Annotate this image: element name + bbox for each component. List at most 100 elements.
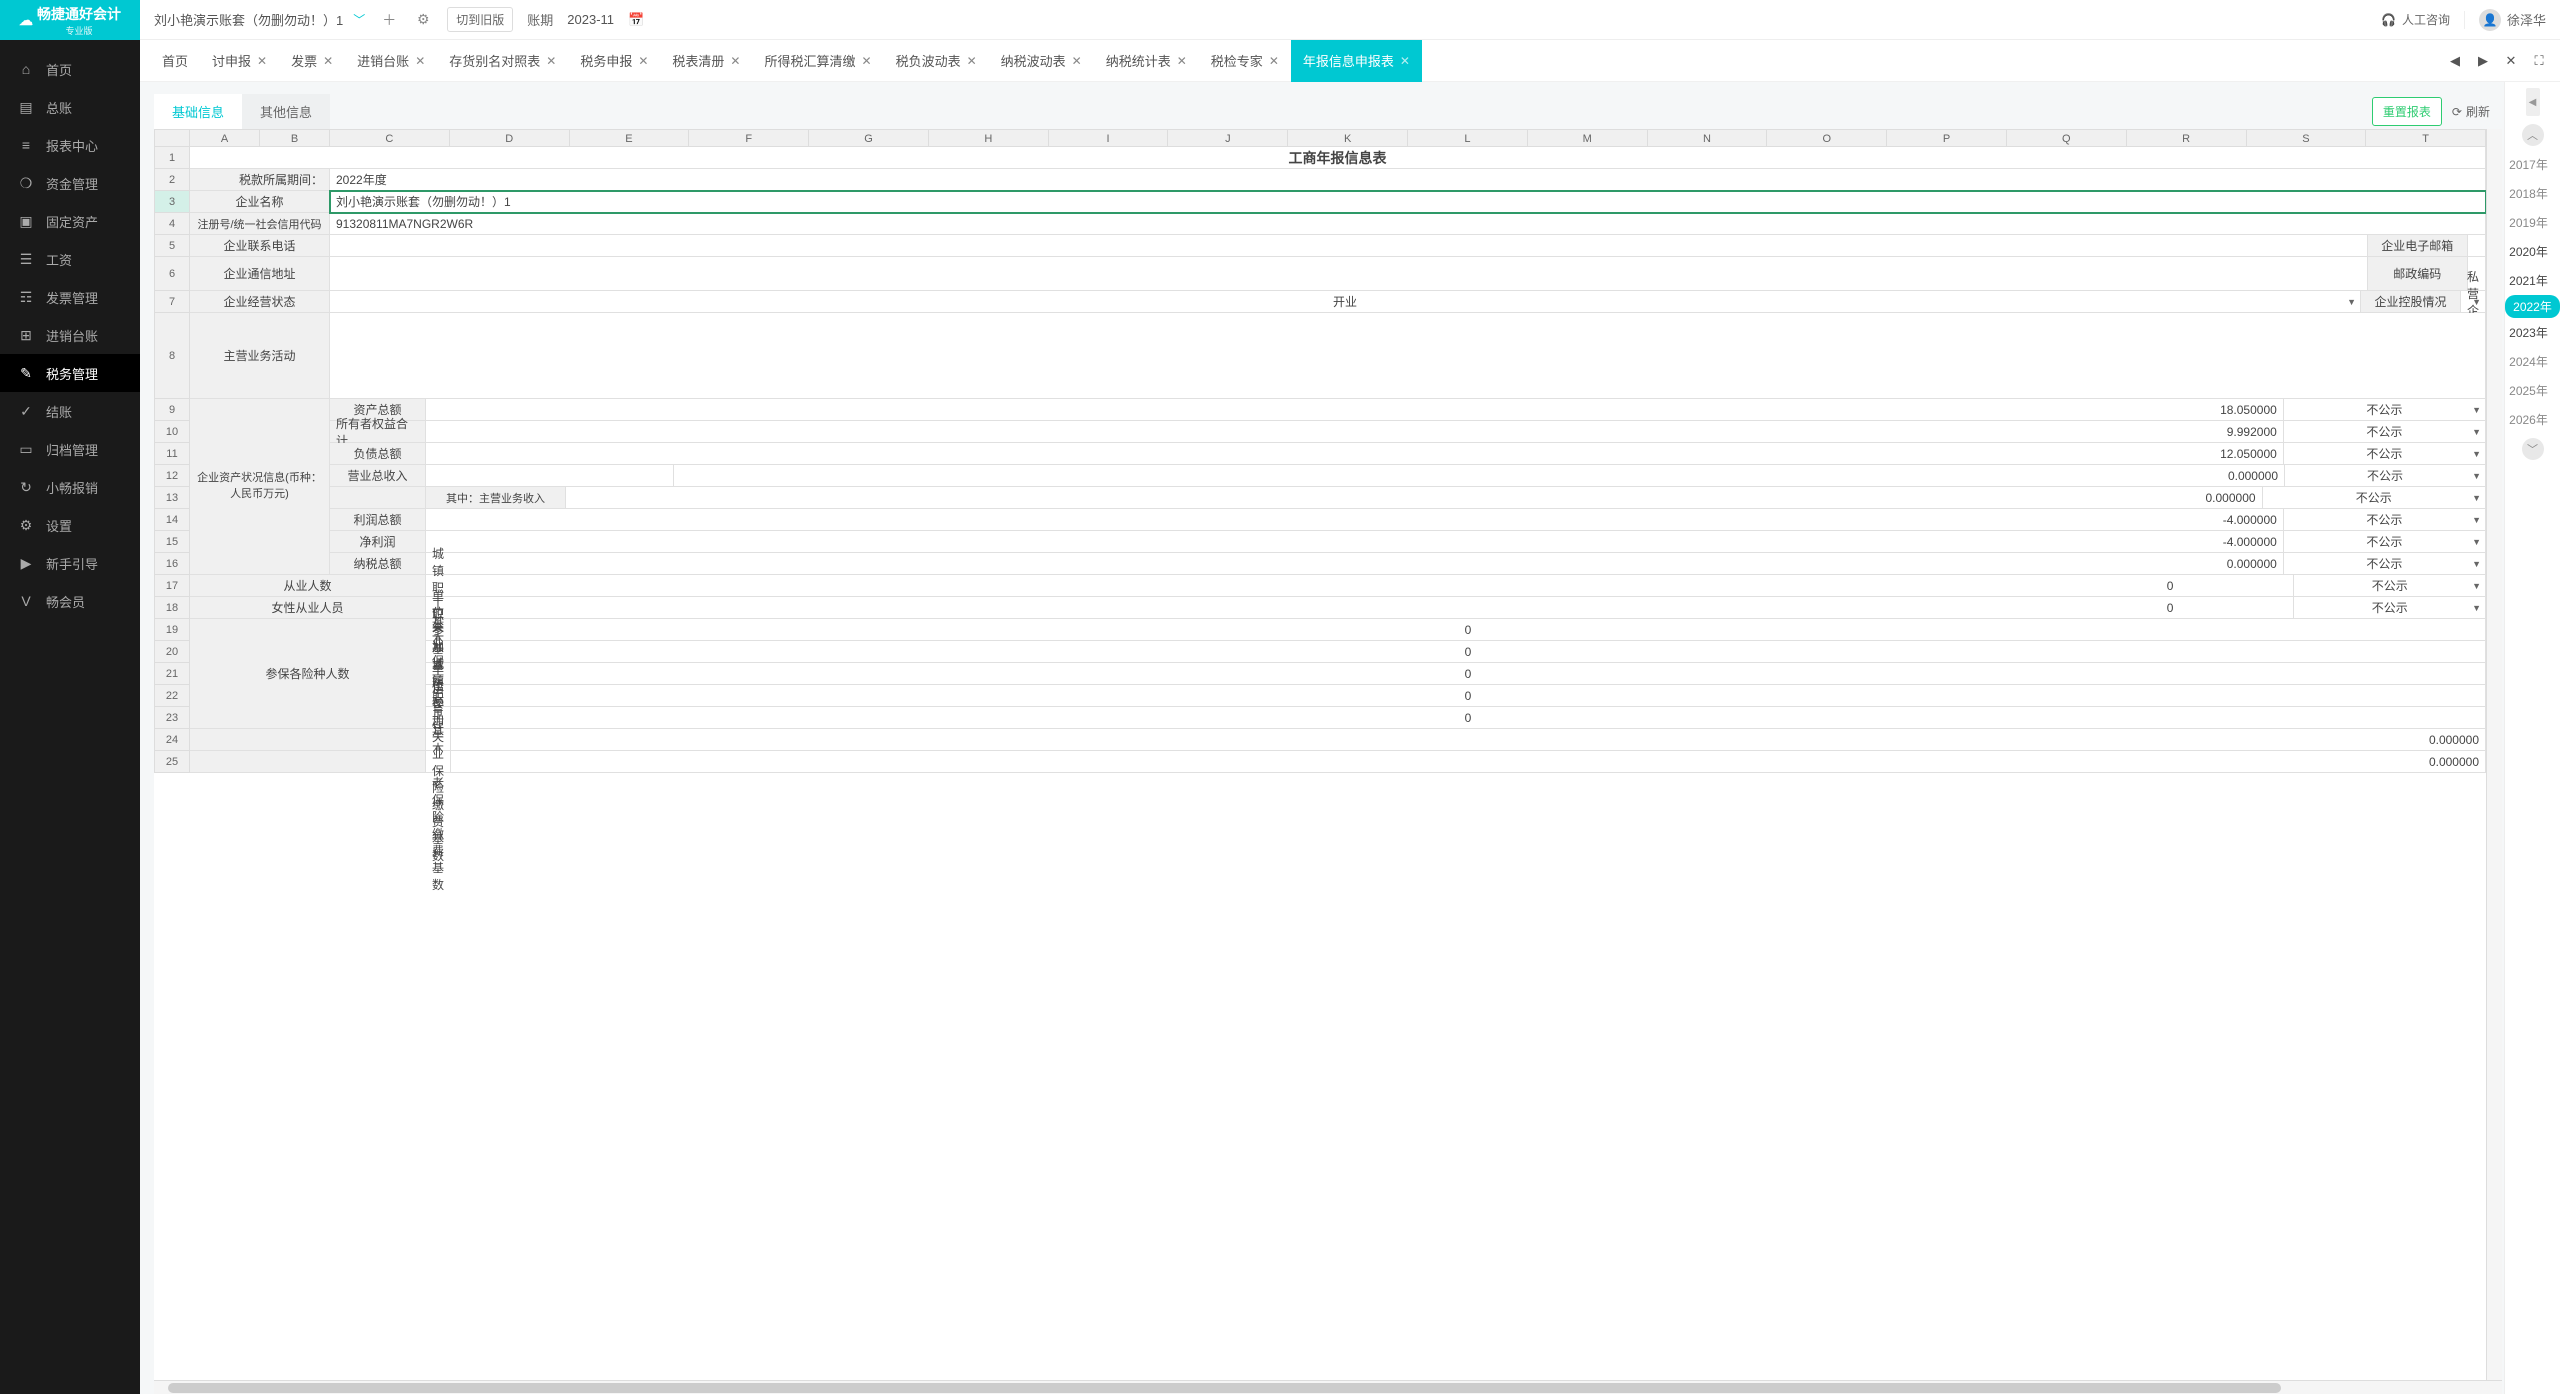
cell-dropdown[interactable]: 不公示▼ bbox=[2284, 553, 2486, 575]
sidebar-item-close-period[interactable]: ✓结账 bbox=[0, 392, 140, 430]
sidebar-item-archive[interactable]: ▭归档管理 bbox=[0, 430, 140, 468]
cell[interactable]: 9.992000 bbox=[426, 421, 2284, 443]
column-header[interactable]: I bbox=[1049, 129, 1169, 147]
subtab-basic[interactable]: 基础信息 bbox=[154, 94, 242, 129]
tab[interactable]: 税务申报✕ bbox=[568, 40, 660, 82]
close-icon[interactable]: ✕ bbox=[1177, 54, 1187, 68]
cell[interactable]: 0 bbox=[426, 575, 2294, 597]
cell[interactable]: 12.050000 bbox=[426, 443, 2284, 465]
year-scroll-up[interactable]: ︿ bbox=[2522, 124, 2544, 146]
row-header[interactable]: 24 bbox=[154, 729, 190, 751]
year-item[interactable]: 2023年 bbox=[2505, 318, 2560, 347]
cell[interactable]: 0 bbox=[451, 685, 2486, 707]
row-header[interactable]: 2 bbox=[154, 169, 190, 191]
account-selector[interactable]: 刘小艳演示账套（勿删勿动！）1 ﹀ bbox=[154, 10, 365, 29]
row-header[interactable]: 3 bbox=[154, 191, 190, 213]
tab[interactable]: 首页 bbox=[150, 40, 200, 82]
tab[interactable]: 税表清册✕ bbox=[660, 40, 752, 82]
period-value[interactable]: 2023-11 bbox=[567, 12, 614, 27]
sidebar-item-invoice[interactable]: ☶发票管理 bbox=[0, 278, 140, 316]
cell[interactable]: 0 bbox=[451, 663, 2486, 685]
close-icon[interactable]: ✕ bbox=[546, 54, 556, 68]
user-menu[interactable]: 👤 徐泽华 bbox=[2479, 9, 2546, 31]
column-header[interactable]: K bbox=[1288, 129, 1408, 147]
column-header[interactable]: T bbox=[2366, 129, 2486, 147]
tabs-next[interactable]: ▶ bbox=[2472, 50, 2494, 72]
row-header[interactable]: 15 bbox=[154, 531, 190, 553]
column-header[interactable]: E bbox=[570, 129, 690, 147]
active-cell[interactable]: 刘小艳演示账套（勿删勿动！）1 bbox=[330, 191, 2486, 213]
cell-dropdown[interactable]: 不公示▼ bbox=[2285, 465, 2486, 487]
column-header[interactable]: Q bbox=[2007, 129, 2127, 147]
row-header[interactable]: 11 bbox=[154, 443, 190, 465]
close-icon[interactable]: ✕ bbox=[1072, 54, 1082, 68]
sidebar-item-ledger[interactable]: ▤总账 bbox=[0, 88, 140, 126]
close-icon[interactable]: ✕ bbox=[730, 54, 740, 68]
sidebar-item-psi[interactable]: ⊞进销台账 bbox=[0, 316, 140, 354]
column-header[interactable]: O bbox=[1767, 129, 1887, 147]
sidebar-item-report[interactable]: ≡报表中心 bbox=[0, 126, 140, 164]
sheet-corner[interactable] bbox=[154, 129, 190, 147]
column-header[interactable]: N bbox=[1648, 129, 1768, 147]
cell[interactable] bbox=[330, 235, 2368, 257]
column-header[interactable]: R bbox=[2127, 129, 2247, 147]
column-header[interactable]: C bbox=[330, 129, 450, 147]
row-header[interactable]: 23 bbox=[154, 707, 190, 729]
cell[interactable]: 91320811MA7NGR2W6R bbox=[330, 213, 2486, 235]
column-header[interactable]: H bbox=[929, 129, 1049, 147]
sidebar-item-guide[interactable]: ▶新手引导 bbox=[0, 544, 140, 582]
row-header[interactable]: 19 bbox=[154, 619, 190, 641]
support-link[interactable]: 🎧 人工咨询 bbox=[2381, 11, 2450, 28]
sidebar-item-fund[interactable]: ❍资金管理 bbox=[0, 164, 140, 202]
close-icon[interactable]: ✕ bbox=[638, 54, 648, 68]
sidebar-item-tax[interactable]: ✎税务管理 bbox=[0, 354, 140, 392]
row-header[interactable]: 5 bbox=[154, 235, 190, 257]
subtab-other[interactable]: 其他信息 bbox=[242, 94, 330, 129]
year-item[interactable]: 2022年 bbox=[2505, 295, 2560, 318]
row-header[interactable]: 17 bbox=[154, 575, 190, 597]
row-header[interactable]: 10 bbox=[154, 421, 190, 443]
column-header[interactable]: M bbox=[1528, 129, 1648, 147]
tab[interactable]: 税检专家✕ bbox=[1199, 40, 1291, 82]
tab[interactable]: 发票✕ bbox=[279, 40, 345, 82]
cell[interactable]: 0 bbox=[451, 619, 2486, 641]
tab[interactable]: 进销台账✕ bbox=[345, 40, 437, 82]
cell[interactable] bbox=[330, 257, 2368, 291]
close-icon[interactable]: ✕ bbox=[257, 54, 267, 68]
row-header[interactable]: 9 bbox=[154, 399, 190, 421]
close-icon[interactable]: ✕ bbox=[1269, 54, 1279, 68]
sidebar-item-salary[interactable]: ☰工资 bbox=[0, 240, 140, 278]
sidebar-item-marketing[interactable]: ↻小畅报销 bbox=[0, 468, 140, 506]
close-icon[interactable]: ✕ bbox=[862, 54, 872, 68]
spreadsheet[interactable]: ABCDEFGHIJKLMNOPQRST 1工商年报信息表2税款所属期间：202… bbox=[154, 129, 2486, 1380]
cell-dropdown[interactable]: 不公示▼ bbox=[2284, 443, 2486, 465]
cell-dropdown[interactable]: 开业▼ bbox=[330, 291, 2361, 313]
cell-dropdown[interactable]: 不公示▼ bbox=[2284, 399, 2486, 421]
row-header[interactable]: 20 bbox=[154, 641, 190, 663]
row-header[interactable]: 13 bbox=[154, 487, 190, 509]
cell[interactable] bbox=[330, 313, 2486, 399]
row-header[interactable]: 7 bbox=[154, 291, 190, 313]
close-icon[interactable]: ✕ bbox=[415, 54, 425, 68]
cell[interactable]: 0.000000 bbox=[674, 465, 2285, 487]
calendar-icon[interactable]: 📅 bbox=[628, 12, 644, 28]
tab[interactable]: 纳税统计表✕ bbox=[1094, 40, 1199, 82]
cell[interactable] bbox=[2468, 235, 2486, 257]
cell-dropdown[interactable]: 不公示▼ bbox=[2263, 487, 2486, 509]
cell-dropdown[interactable]: 不公示▼ bbox=[2284, 509, 2486, 531]
cell[interactable]: 18.050000 bbox=[426, 399, 2284, 421]
sidebar-item-asset[interactable]: ▣固定资产 bbox=[0, 202, 140, 240]
close-icon[interactable]: ✕ bbox=[1400, 54, 1410, 68]
tab[interactable]: 纳税波动表✕ bbox=[989, 40, 1094, 82]
row-header[interactable]: 14 bbox=[154, 509, 190, 531]
row-header[interactable]: 22 bbox=[154, 685, 190, 707]
sidebar-item-home[interactable]: ⌂首页 bbox=[0, 50, 140, 88]
column-header[interactable]: D bbox=[450, 129, 570, 147]
cell-dropdown[interactable]: 不公示▼ bbox=[2284, 531, 2486, 553]
add-icon[interactable]: ＋ bbox=[379, 10, 399, 30]
year-item[interactable]: 2020年 bbox=[2505, 237, 2560, 266]
cell[interactable]: 0.000000 bbox=[451, 751, 2486, 773]
vertical-scrollbar[interactable] bbox=[2486, 129, 2502, 1380]
cell-dropdown[interactable]: 不公示▼ bbox=[2294, 597, 2486, 619]
tab[interactable]: 存货别名对照表✕ bbox=[437, 40, 568, 82]
